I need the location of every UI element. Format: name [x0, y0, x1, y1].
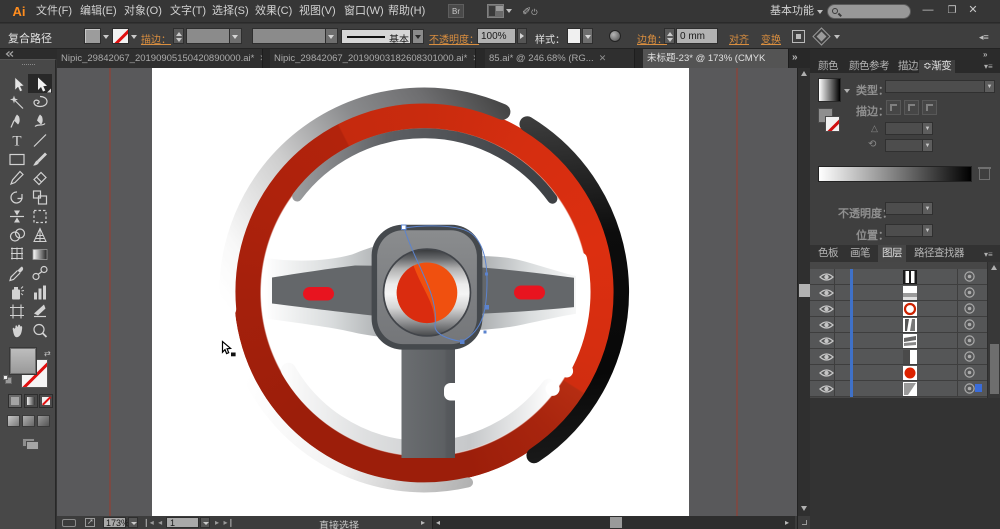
svg-text:T: T [12, 134, 21, 150]
